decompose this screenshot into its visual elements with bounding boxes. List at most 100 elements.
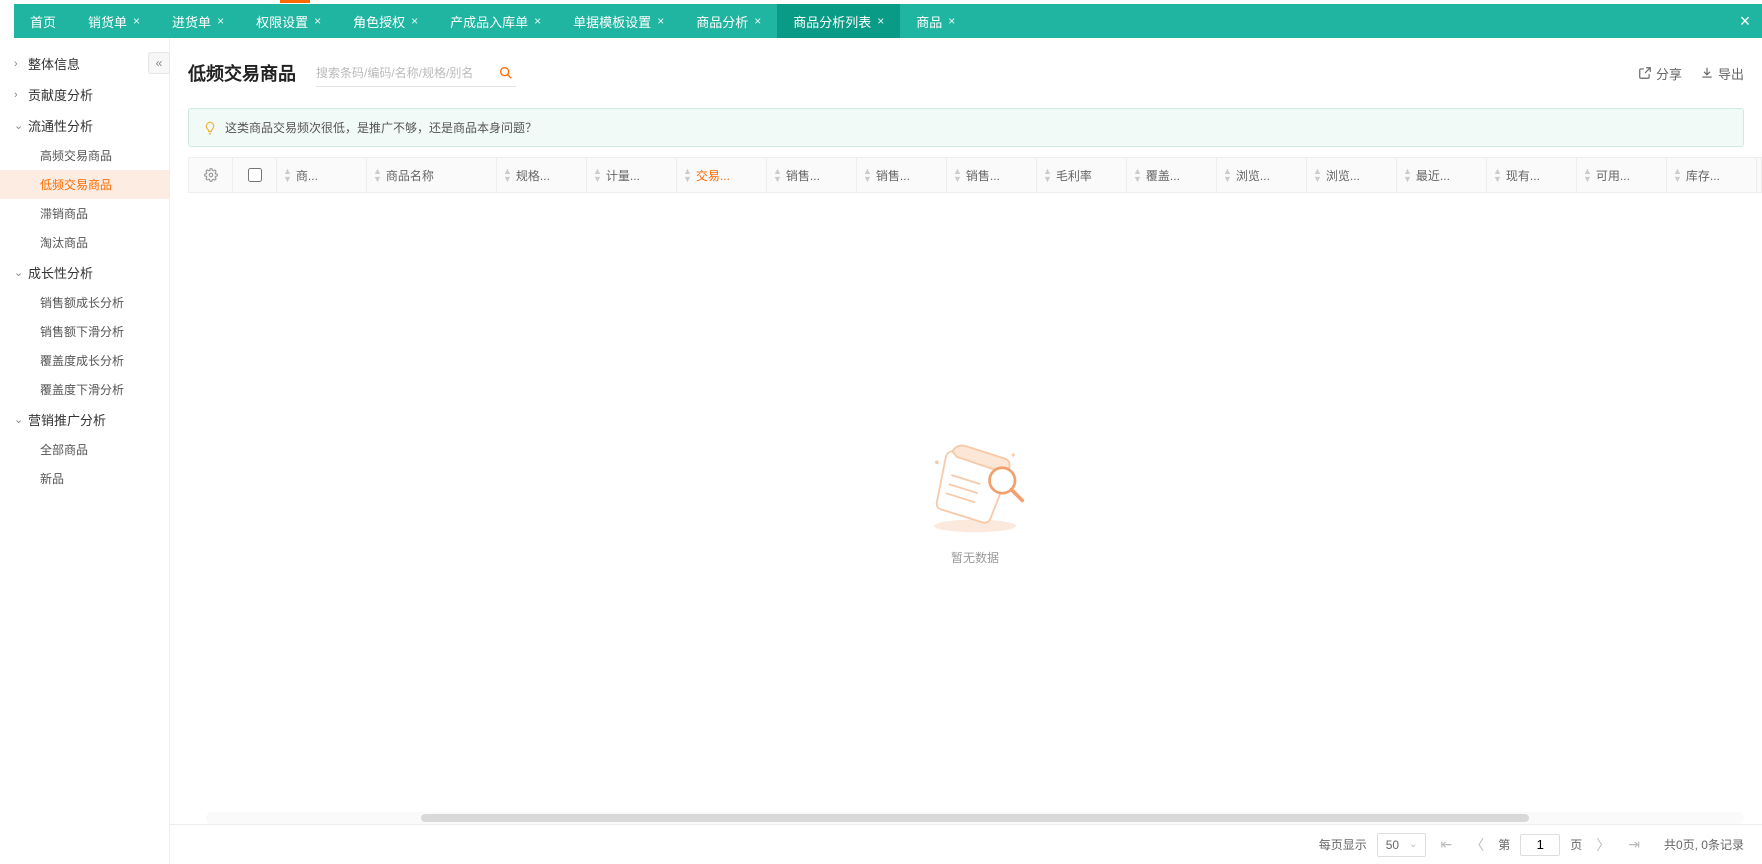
close-icon[interactable]: × <box>657 14 664 28</box>
tab-label: 进货单 <box>172 12 211 31</box>
column-header-7[interactable]: ▲▼销售... <box>947 158 1037 192</box>
column-label: 销售... <box>966 167 1000 184</box>
page-suffix: 页 <box>1570 836 1582 853</box>
tab-9[interactable]: 商品× <box>900 4 971 38</box>
tab-8[interactable]: 商品分析列表× <box>777 4 900 38</box>
share-label: 分享 <box>1656 64 1682 83</box>
column-label: 现有... <box>1506 167 1540 184</box>
column-header-9[interactable]: ▲▼覆盖... <box>1127 158 1217 192</box>
close-icon[interactable]: × <box>314 14 321 28</box>
tab-label: 单据模板设置 <box>573 12 651 31</box>
chevron-right-icon: › <box>14 89 28 101</box>
prev-page-button[interactable]: 〈 <box>1466 835 1488 855</box>
sort-icon: ▲▼ <box>373 167 382 183</box>
column-header-0[interactable]: ▲▼商... <box>277 158 367 192</box>
close-all-tabs-button[interactable]: × <box>1728 4 1762 38</box>
pagination-bar: 每页显示 50 ⌄ ⇤ 〈 第 页 〉 ⇥ 共0页, 0条记录 <box>170 824 1762 864</box>
sidebar-item-3-1[interactable]: 销售额下滑分析 <box>0 317 169 346</box>
sidebar-group-4[interactable]: ⌄营销推广分析 <box>0 404 169 435</box>
sidebar-item-2-2[interactable]: 滞销商品 <box>0 199 169 228</box>
sidebar-item-3-3[interactable]: 覆盖度下滑分析 <box>0 375 169 404</box>
search-input[interactable] <box>316 66 486 80</box>
share-button[interactable]: 分享 <box>1638 64 1682 83</box>
sort-icon: ▲▼ <box>283 167 292 183</box>
close-icon[interactable]: × <box>217 14 224 28</box>
sidebar-group-2[interactable]: ⌄流通性分析 <box>0 110 169 141</box>
column-header-5[interactable]: ▲▼销售... <box>767 158 857 192</box>
tab-label: 角色授权 <box>353 12 405 31</box>
close-icon[interactable]: × <box>877 14 884 28</box>
column-label: 销售... <box>786 167 820 184</box>
sidebar-group-label: 贡献度分析 <box>28 85 93 104</box>
per-page-value: 50 <box>1386 838 1399 852</box>
column-header-13[interactable]: ▲▼现有... <box>1487 158 1577 192</box>
column-header-11[interactable]: ▲▼浏览... <box>1307 158 1397 192</box>
close-icon[interactable]: × <box>411 14 418 28</box>
close-icon[interactable]: × <box>133 14 140 28</box>
sidebar-item-3-0[interactable]: 销售额成长分析 <box>0 288 169 317</box>
column-header-2[interactable]: ▲▼规格... <box>497 158 587 192</box>
sidebar-group-0[interactable]: ›整体信息 <box>0 48 169 79</box>
column-settings-button[interactable] <box>189 158 233 192</box>
select-all-checkbox-cell <box>233 158 277 192</box>
sidebar-group-label: 整体信息 <box>28 54 80 73</box>
sidebar-group-label: 成长性分析 <box>28 263 93 282</box>
column-header-4[interactable]: ▲▼交易... <box>677 158 767 192</box>
search-input-wrap <box>316 59 516 87</box>
info-tip: 这类商品交易频次很低，是推广不够，还是商品本身问题？ <box>188 108 1744 147</box>
sort-icon: ▲▼ <box>1133 167 1142 183</box>
export-button[interactable]: 导出 <box>1700 64 1744 83</box>
per-page-select[interactable]: 50 ⌄ <box>1377 833 1427 857</box>
sidebar-item-4-1[interactable]: 新品 <box>0 464 169 493</box>
tab-label: 销货单 <box>88 12 127 31</box>
select-all-checkbox[interactable] <box>248 168 262 182</box>
chevron-down-icon: ⌄ <box>1409 839 1417 850</box>
column-header-15[interactable]: ▲▼库存... <box>1667 158 1757 192</box>
page-number-input[interactable] <box>1520 834 1560 856</box>
chevron-right-icon: › <box>14 58 28 70</box>
search-icon[interactable] <box>498 65 514 81</box>
sidebar-collapse-button[interactable]: « <box>148 52 170 74</box>
column-label: 销售... <box>876 167 910 184</box>
column-header-6[interactable]: ▲▼销售... <box>857 158 947 192</box>
column-header-1[interactable]: ▲▼商品名称 <box>367 158 497 192</box>
empty-state-icon <box>920 435 1030 535</box>
column-header-3[interactable]: ▲▼计量... <box>587 158 677 192</box>
tab-5[interactable]: 产成品入库单× <box>434 4 557 38</box>
horizontal-scrollbar[interactable] <box>206 812 1744 824</box>
sidebar: « ›整体信息›贡献度分析⌄流通性分析高频交易商品低频交易商品滞销商品淘汰商品⌄… <box>0 38 170 864</box>
scrollbar-thumb[interactable] <box>421 814 1528 822</box>
close-icon[interactable]: × <box>534 14 541 28</box>
sidebar-item-4-0[interactable]: 全部商品 <box>0 435 169 464</box>
column-header-8[interactable]: ▲▼毛利率 <box>1037 158 1127 192</box>
column-label: 覆盖... <box>1146 167 1180 184</box>
close-icon[interactable]: × <box>754 14 761 28</box>
column-header-10[interactable]: ▲▼浏览... <box>1217 158 1307 192</box>
sort-icon: ▲▼ <box>1583 167 1592 183</box>
column-label: 浏览... <box>1326 167 1360 184</box>
next-page-button[interactable]: 〉 <box>1592 835 1614 855</box>
tab-label: 商品分析 <box>696 12 748 31</box>
sidebar-item-2-0[interactable]: 高频交易商品 <box>0 141 169 170</box>
sidebar-group-3[interactable]: ⌄成长性分析 <box>0 257 169 288</box>
tab-7[interactable]: 商品分析 × <box>680 4 777 38</box>
tab-2[interactable]: 进货单 × <box>156 4 240 38</box>
column-header-14[interactable]: ▲▼可用... <box>1577 158 1667 192</box>
sidebar-item-2-1[interactable]: 低频交易商品 <box>0 170 169 199</box>
lightbulb-icon <box>203 121 217 135</box>
page-prefix: 第 <box>1498 836 1510 853</box>
tab-1[interactable]: 销货单 × <box>72 4 156 38</box>
sidebar-item-3-2[interactable]: 覆盖度成长分析 <box>0 346 169 375</box>
sidebar-group-1[interactable]: ›贡献度分析 <box>0 79 169 110</box>
tab-6[interactable]: 单据模板设置 × <box>557 4 680 38</box>
first-page-button[interactable]: ⇤ <box>1436 836 1456 853</box>
sort-icon: ▲▼ <box>773 167 782 183</box>
sidebar-item-2-3[interactable]: 淘汰商品 <box>0 228 169 257</box>
tab-4[interactable]: 角色授权 × <box>337 4 434 38</box>
pagination-summary: 共0页, 0条记录 <box>1664 836 1744 853</box>
column-header-12[interactable]: ▲▼最近... <box>1397 158 1487 192</box>
tab-0[interactable]: 首页 <box>14 4 72 38</box>
close-icon[interactable]: × <box>948 14 955 28</box>
last-page-button[interactable]: ⇥ <box>1624 836 1644 853</box>
tab-3[interactable]: 权限设置× <box>240 4 337 38</box>
